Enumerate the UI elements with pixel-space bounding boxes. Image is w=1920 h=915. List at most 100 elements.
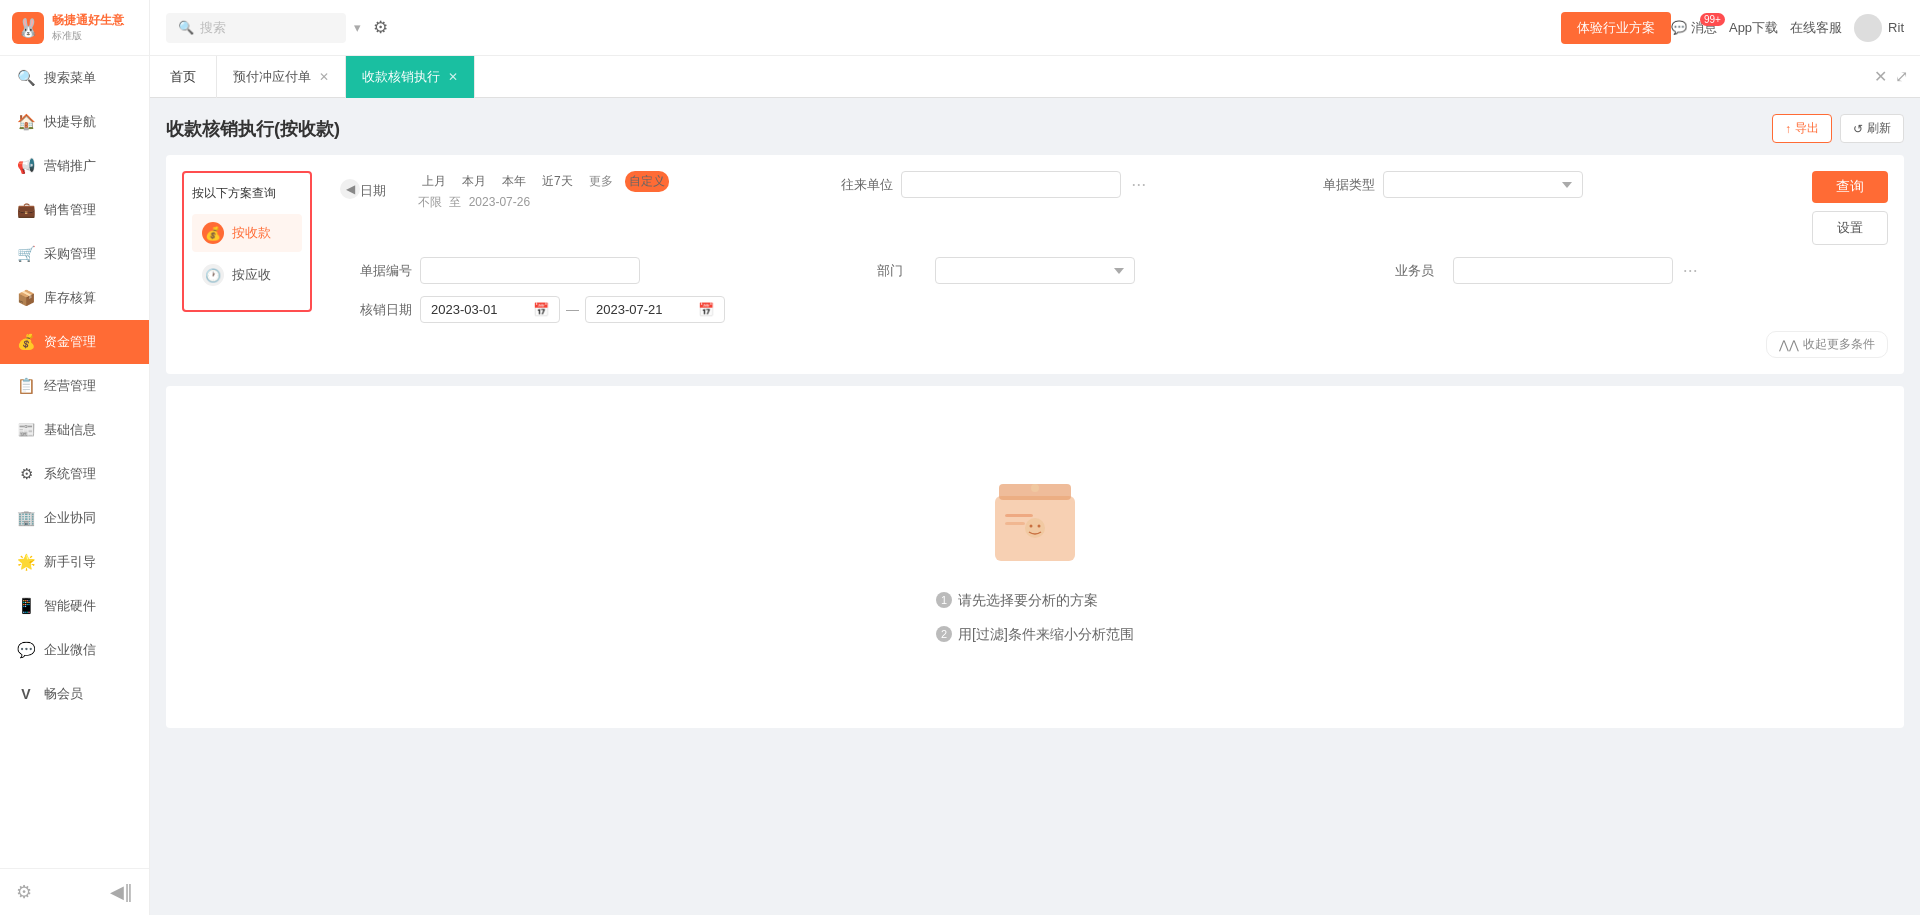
trade-party-more-icon[interactable]: ···: [1131, 174, 1146, 195]
tab-collection[interactable]: 收款核销执行 ✕: [346, 56, 475, 98]
voucher-type-cell: 单据类型: [1323, 171, 1780, 198]
tab-collection-close[interactable]: ✕: [448, 70, 458, 84]
app-download-link[interactable]: App下载: [1729, 19, 1778, 37]
export-icon: ↑: [1785, 122, 1791, 136]
topbar-search-area: 🔍 搜索 ▾ ⚙: [166, 13, 1561, 43]
sales-icon: 💼: [16, 200, 36, 220]
svg-rect-4: [1005, 522, 1025, 525]
sidebar: 🐰 畅捷通好生意 标准版 🔍 搜索菜单 🏠 快捷导航 📢 营销推广 💼 销售管理…: [0, 0, 150, 915]
app-logo: 🐰 畅捷通好生意 标准版: [0, 0, 149, 56]
collapse-more-button[interactable]: ⋀⋀ 收起更多条件: [1766, 331, 1888, 358]
sidebar-item-finance[interactable]: 💰 资金管理: [0, 320, 149, 364]
department-select[interactable]: [935, 257, 1135, 284]
voucher-no-input[interactable]: [420, 257, 640, 284]
online-service-link[interactable]: 在线客服: [1790, 19, 1842, 37]
search-placeholder-text: 搜索: [200, 19, 226, 37]
tabbar: 首页 预付冲应付单 ✕ 收款核销执行 ✕ ✕ ⤢: [150, 56, 1920, 98]
setting-button[interactable]: 设置: [1812, 211, 1888, 245]
sidebar-item-system[interactable]: ⚙ 系统管理: [0, 452, 149, 496]
sidebar-item-purchase[interactable]: 🛒 采购管理: [0, 232, 149, 276]
sidebar-item-hardware[interactable]: 📱 智能硬件: [0, 584, 149, 628]
search-box[interactable]: 🔍 搜索: [166, 13, 346, 43]
date-no-limit-label: 不限 至 2023-07-26: [418, 194, 669, 211]
filter-row-2: 单据编号 部门 业务员 ···: [360, 257, 1888, 284]
basic-icon: 📰: [16, 420, 36, 440]
operations-icon: 📋: [16, 376, 36, 396]
date-label: 日期: [360, 182, 410, 200]
empty-step-2: 2 用[过滤]条件来缩小分析范围: [936, 620, 1134, 648]
filter-option-by-receivable[interactable]: 🕐 按应收: [192, 256, 302, 294]
solution-button[interactable]: 体验行业方案: [1561, 12, 1671, 44]
date-shortcut-last-month[interactable]: 上月: [418, 171, 450, 192]
date-shortcut-this-month[interactable]: 本月: [458, 171, 490, 192]
date-shortcuts-group: 上月 本月 本年 近7天 更多 自定义 不限 至 2023-07-26: [418, 171, 669, 211]
svg-point-5: [1025, 518, 1045, 538]
wechat-icon: 💬: [16, 640, 36, 660]
sidebar-item-wechat[interactable]: 💬 企业微信: [0, 628, 149, 672]
page-header-actions: ↑ 导出 ↺ 刷新: [1772, 114, 1904, 143]
sidebar-item-operations[interactable]: 📋 经营管理: [0, 364, 149, 408]
sidebar-item-basic[interactable]: 📰 基础信息: [0, 408, 149, 452]
sidebar-item-quick[interactable]: 🏠 快捷导航: [0, 100, 149, 144]
verify-date-end-input[interactable]: 2023-07-21 📅: [585, 296, 725, 323]
verify-date-start-input[interactable]: 2023-03-01 📅: [420, 296, 560, 323]
step-1-num: 1: [936, 592, 952, 608]
inventory-icon: 📦: [16, 288, 36, 308]
staff-more-icon[interactable]: ···: [1683, 260, 1698, 281]
tab-close-window-icon[interactable]: ✕: [1874, 67, 1887, 86]
message-icon-wrap[interactable]: 💬 99+ 消息: [1671, 19, 1717, 37]
filter-row-3: 核销日期 2023-03-01 📅 — 2023-07-21 📅: [360, 296, 1888, 323]
sidebar-item-inventory[interactable]: 📦 库存核算: [0, 276, 149, 320]
trade-party-input[interactable]: [901, 171, 1121, 198]
topbar-icon-group: 💬 99+ 消息 App下载 在线客服 Rit: [1671, 14, 1904, 42]
logo-text: 畅捷通好生意 标准版: [52, 12, 124, 43]
empty-text: 1 请先选择要分析的方案 2 用[过滤]条件来缩小分析范围: [936, 586, 1134, 648]
sidebar-item-member[interactable]: V 畅会员: [0, 672, 149, 716]
svg-rect-3: [1005, 514, 1033, 517]
gear-icon-topbar[interactable]: ⚙: [373, 17, 388, 38]
voucher-type-select[interactable]: [1383, 171, 1583, 198]
verify-date-range: 2023-03-01 📅 — 2023-07-21 📅: [420, 296, 725, 323]
tab-prepay[interactable]: 预付冲应付单 ✕: [217, 56, 346, 98]
sidebar-item-guide[interactable]: 🌟 新手引导: [0, 540, 149, 584]
tab-prepay-close[interactable]: ✕: [319, 70, 329, 84]
filter-option-by-receipt[interactable]: 💰 按收款: [192, 214, 302, 252]
user-avatar: [1854, 14, 1882, 42]
logo-icon: 🐰: [12, 12, 44, 44]
staff-input[interactable]: [1453, 257, 1673, 284]
step-2-num: 2: [936, 626, 952, 642]
calendar-icon-start: 📅: [533, 302, 549, 317]
filter-row-1: 日期 上月 本月 本年 近7天 更多 自定义 不限: [360, 171, 1888, 245]
guide-icon: 🌟: [16, 552, 36, 572]
chevron-down-icon[interactable]: ▾: [354, 20, 361, 35]
tab-expand-icon[interactable]: ⤢: [1895, 67, 1908, 86]
sidebar-item-sales[interactable]: 💼 销售管理: [0, 188, 149, 232]
tab-home[interactable]: 首页: [150, 56, 217, 98]
marketing-icon: 📢: [16, 156, 36, 176]
department-cell: 部门: [877, 257, 1370, 284]
date-shortcut-more[interactable]: 更多: [585, 171, 617, 192]
filter-sidebar-title: 按以下方案查询: [192, 185, 302, 202]
user-menu[interactable]: Rit: [1854, 14, 1904, 42]
date-custom-tag[interactable]: 自定义: [625, 171, 669, 192]
refresh-button[interactable]: ↺ 刷新: [1840, 114, 1904, 143]
sidebar-item-search[interactable]: 🔍 搜索菜单: [0, 56, 149, 100]
settings-icon[interactable]: ⚙: [16, 881, 32, 903]
date-shortcuts: 上月 本月 本年 近7天 更多 自定义: [418, 171, 669, 192]
date-shortcut-7days[interactable]: 近7天: [538, 171, 577, 192]
collapse-filter-btn[interactable]: ◀: [340, 179, 360, 199]
svg-point-2: [1031, 484, 1039, 492]
date-shortcut-this-year[interactable]: 本年: [498, 171, 530, 192]
refresh-icon: ↺: [1853, 122, 1863, 136]
sidebar-item-marketing[interactable]: 📢 营销推广: [0, 144, 149, 188]
staff-cell: 业务员 ···: [1395, 257, 1888, 284]
query-button[interactable]: 查询: [1812, 171, 1888, 203]
date-range-separator: —: [566, 302, 579, 317]
export-button[interactable]: ↑ 导出: [1772, 114, 1832, 143]
collapse-sidebar-btn[interactable]: ◀‖: [110, 881, 133, 903]
sidebar-item-enterprise[interactable]: 🏢 企业协同: [0, 496, 149, 540]
receipt-icon: 💰: [202, 222, 224, 244]
query-buttons: 查询 设置: [1812, 171, 1888, 245]
date-filter-cell: 日期 上月 本月 本年 近7天 更多 自定义 不限: [360, 171, 817, 211]
voucher-type-label: 单据类型: [1323, 176, 1375, 194]
